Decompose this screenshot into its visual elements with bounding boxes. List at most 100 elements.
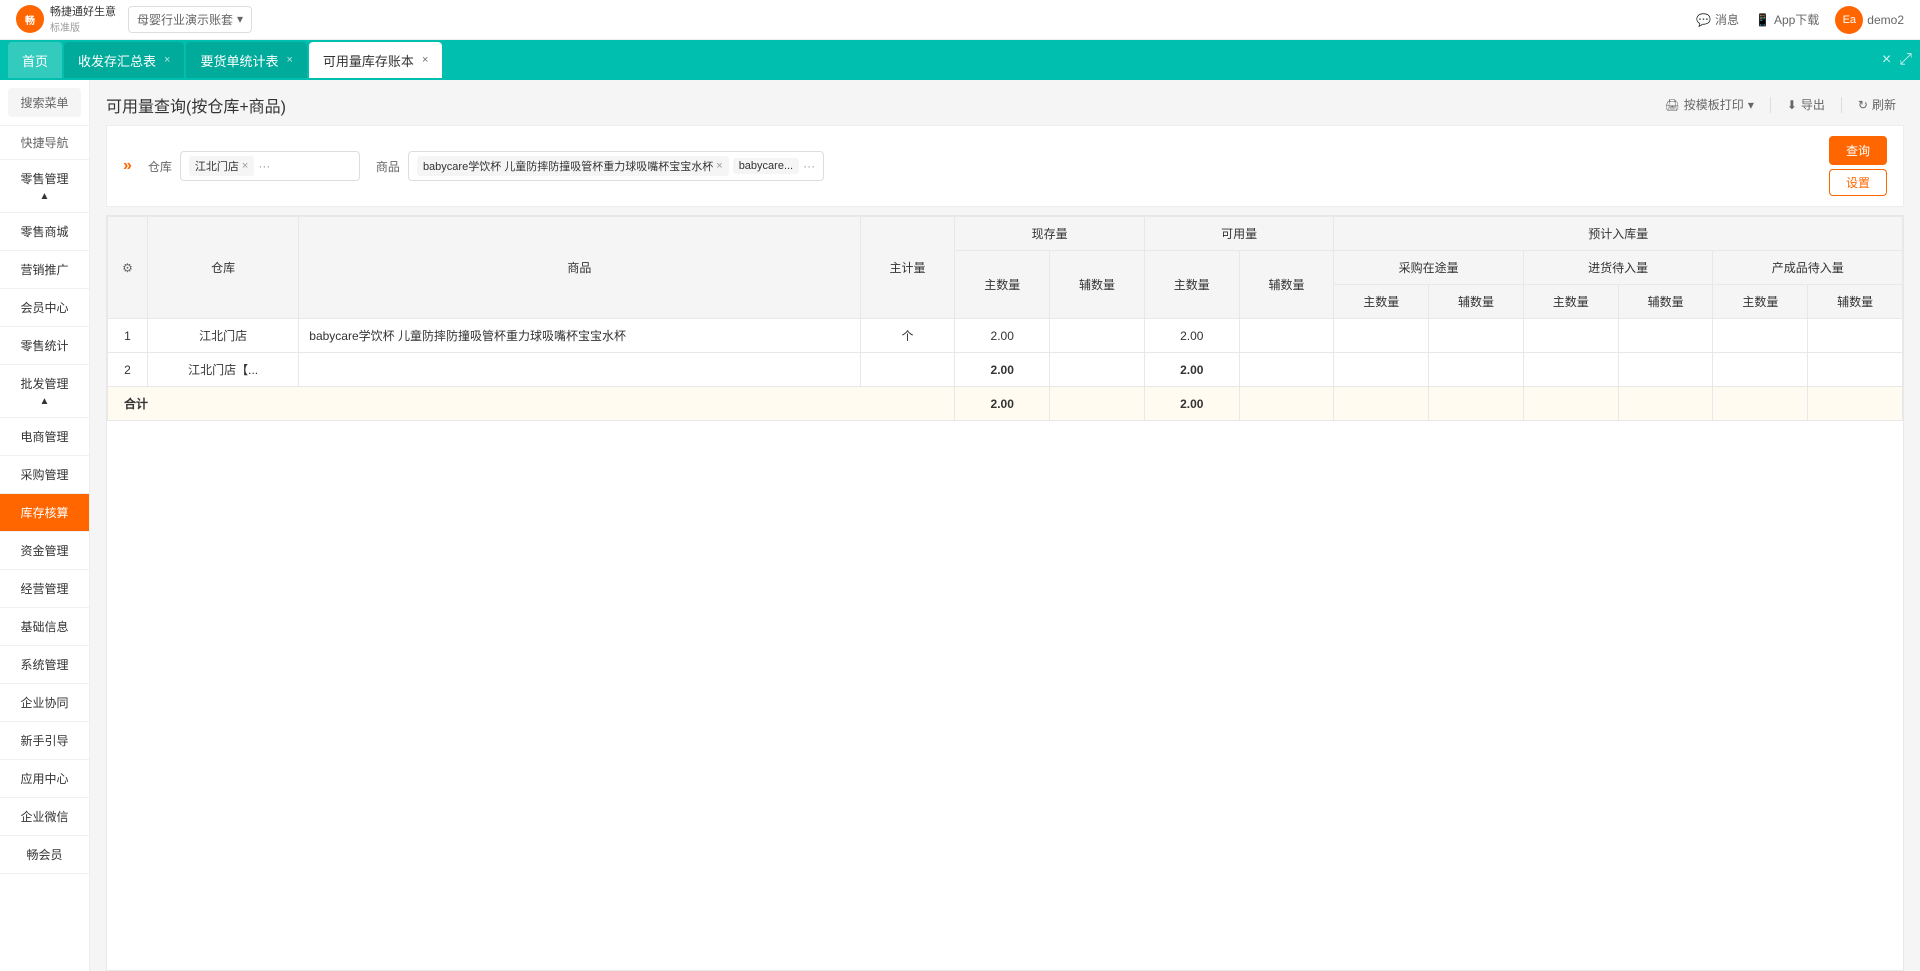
sidebar-item-purchase-mgmt[interactable]: 采购管理 — [0, 456, 89, 494]
sidebar-item-label: 畅会员 — [26, 846, 62, 863]
product-tag1-close[interactable]: × — [716, 160, 722, 172]
tab-order-stats[interactable]: 要货单统计表 × — [186, 42, 306, 78]
product-more[interactable]: ··· — [803, 159, 815, 173]
sidebar-item-wholesale-mgmt[interactable]: 批发管理 ▲ — [0, 365, 89, 418]
sidebar-item-retail-mgmt[interactable]: 零售管理 ▲ — [0, 160, 89, 213]
col-purchase-transit-header: 采购在途量 — [1334, 251, 1524, 285]
row1-pt-aux — [1429, 319, 1524, 353]
row2-pt-main — [1334, 353, 1429, 387]
table-row: 1 江北门店 babycare学饮杯 儿童防摔防撞吸管杯重力球吸嘴杯宝宝水杯 个… — [108, 319, 1903, 353]
content-area: 可用量查询(按仓库+商品) 🖨 按模板打印 ▾ ⬇ 导出 ↻ 刷新 — [90, 80, 1920, 971]
filter-area: » 仓库 江北门店 × ··· 商品 babycare学饮杯 儿童防摔防撞吸管杯… — [106, 125, 1904, 207]
message-icon: 💬 — [1696, 13, 1711, 27]
print-label: 按模板打印 — [1684, 96, 1744, 113]
nav-close-icon[interactable]: × — [1882, 51, 1891, 69]
col-unit-header: 主计量 — [860, 217, 955, 319]
sidebar-item-app-center[interactable]: 应用中心 — [0, 760, 89, 798]
sidebar-item-member-center[interactable]: 会员中心 — [0, 289, 89, 327]
sidebar-item-retail-store[interactable]: 零售商城 — [0, 213, 89, 251]
nav-tab-end: × ⤢ — [1882, 51, 1912, 69]
logo: 畅 畅捷通好生意 标准版 — [16, 5, 116, 34]
total-prp-main — [1713, 387, 1808, 421]
sidebar-item-enterprise-wechat[interactable]: 企业微信 — [0, 798, 89, 836]
refresh-label: 刷新 — [1872, 96, 1896, 113]
row2-index: 2 — [108, 353, 148, 387]
tab1-close[interactable]: × — [164, 54, 170, 66]
refresh-btn[interactable]: ↻ 刷新 — [1850, 92, 1904, 117]
sidebar-item-label: 应用中心 — [20, 770, 68, 787]
sidebar-item-enterprise-collab[interactable]: 企业协同 — [0, 684, 89, 722]
sidebar-item-finance[interactable]: 资金管理 — [0, 532, 89, 570]
settings-icon[interactable]: ⚙ — [122, 261, 133, 275]
row1-avail-main: 2.00 — [1144, 319, 1239, 353]
page-header: 可用量查询(按仓库+商品) 🖨 按模板打印 ▾ ⬇ 导出 ↻ 刷新 — [90, 80, 1920, 125]
top-bar-left: 畅 畅捷通好生意 标准版 母婴行业演示账套 ▾ — [16, 5, 252, 34]
sidebar-item-system-mgmt[interactable]: 系统管理 — [0, 646, 89, 684]
sidebar-item-marketing[interactable]: 营销推广 — [0, 251, 89, 289]
col-settings-header[interactable]: ⚙ — [108, 217, 148, 319]
sidebar-search: 搜索菜单 — [0, 80, 89, 126]
col-pt-main: 主数量 — [1334, 285, 1429, 319]
settings-button[interactable]: 设置 — [1829, 169, 1887, 196]
print-btn[interactable]: 🖨 按模板打印 ▾ — [1657, 92, 1762, 117]
logo-icon: 畅 — [16, 5, 44, 33]
app-download-btn[interactable]: 📱 App下载 — [1755, 11, 1819, 28]
page-actions: 🖨 按模板打印 ▾ ⬇ 导出 ↻ 刷新 — [1657, 92, 1904, 117]
tab3-label: 可用量库存账本 — [323, 51, 414, 70]
row2-avail-aux — [1239, 353, 1334, 387]
total-avail-aux — [1239, 387, 1334, 421]
col-incoming-header: 预计入库量 — [1334, 217, 1903, 251]
sidebar-item-basic-info[interactable]: 基础信息 — [0, 608, 89, 646]
divider — [1770, 97, 1771, 113]
product-tag2: babycare... — [733, 158, 799, 174]
col-warehouse-header: 仓库 — [148, 217, 299, 319]
search-menu-btn[interactable]: 搜索菜单 — [8, 88, 81, 117]
user-name: demo2 — [1867, 13, 1904, 27]
tab-receive-summary[interactable]: 收发存汇总表 × — [64, 42, 184, 78]
col-stock-aux: 辅数量 — [1050, 251, 1145, 319]
tab-available-inventory[interactable]: 可用量库存账本 × — [309, 42, 442, 78]
warehouse-tag-close[interactable]: × — [242, 160, 248, 172]
warehouse-tags[interactable]: 江北门店 × ··· — [180, 151, 360, 181]
sidebar-item-retail-stats[interactable]: 零售统计 — [0, 327, 89, 365]
total-avail-main: 2.00 — [1144, 387, 1239, 421]
warehouse-more[interactable]: ··· — [258, 159, 270, 173]
row1-avail-aux — [1239, 319, 1334, 353]
export-btn[interactable]: ⬇ 导出 — [1779, 92, 1833, 117]
total-prp-aux — [1808, 387, 1903, 421]
row1-product: babycare学饮杯 儿童防摔防撞吸管杯重力球吸嘴杯宝宝水杯 — [299, 319, 860, 353]
message-btn[interactable]: 💬 消息 — [1696, 11, 1739, 28]
row2-prp-main — [1713, 353, 1808, 387]
total-stock-aux — [1050, 387, 1145, 421]
top-bar-right: 💬 消息 📱 App下载 Ea demo2 — [1696, 6, 1904, 34]
industry-select-label: 母婴行业演示账套 — [137, 11, 233, 28]
sidebar-item-operations[interactable]: 经营管理 — [0, 570, 89, 608]
sidebar-item-label: 基础信息 — [20, 618, 68, 635]
total-pt-aux — [1429, 387, 1524, 421]
row2-avail-main: 2.00 — [1144, 353, 1239, 387]
row2-warehouse: 江北门店【... — [148, 353, 299, 387]
tab3-close[interactable]: × — [422, 54, 428, 66]
total-stock-main: 2.00 — [955, 387, 1050, 421]
page-title: 可用量查询(按仓库+商品) — [106, 93, 286, 117]
nav-tabs: 首页 收发存汇总表 × 要货单统计表 × 可用量库存账本 × × ⤢ — [0, 40, 1920, 80]
avatar: Ea — [1835, 6, 1863, 34]
user-avatar-btn[interactable]: Ea demo2 — [1835, 6, 1904, 34]
filter-toggle-btn[interactable]: » — [123, 157, 132, 175]
tab2-close[interactable]: × — [286, 54, 292, 66]
sidebar-item-vip[interactable]: 畅会员 — [0, 836, 89, 874]
total-row: 合计 2.00 2.00 — [108, 387, 1903, 421]
quick-nav-btn[interactable]: 快捷导航 — [0, 126, 89, 160]
query-button[interactable]: 查询 — [1829, 136, 1887, 165]
sidebar-item-ecommerce[interactable]: 电商管理 — [0, 418, 89, 456]
industry-select[interactable]: 母婴行业演示账套 ▾ — [128, 6, 252, 33]
tab-home[interactable]: 首页 — [8, 42, 62, 78]
export-icon: ⬇ — [1787, 98, 1797, 112]
sidebar-item-inventory[interactable]: 库存核算 — [0, 494, 89, 532]
product-tags[interactable]: babycare学饮杯 儿童防摔防撞吸管杯重力球吸嘴杯宝宝水杯 × babyca… — [408, 151, 824, 181]
sidebar-item-new-guide[interactable]: 新手引导 — [0, 722, 89, 760]
sidebar-item-label: 经营管理 — [20, 580, 68, 597]
col-available-header: 可用量 — [1144, 217, 1334, 251]
nav-expand-icon[interactable]: ⤢ — [1899, 51, 1912, 69]
sidebar-item-label: 资金管理 — [20, 542, 68, 559]
